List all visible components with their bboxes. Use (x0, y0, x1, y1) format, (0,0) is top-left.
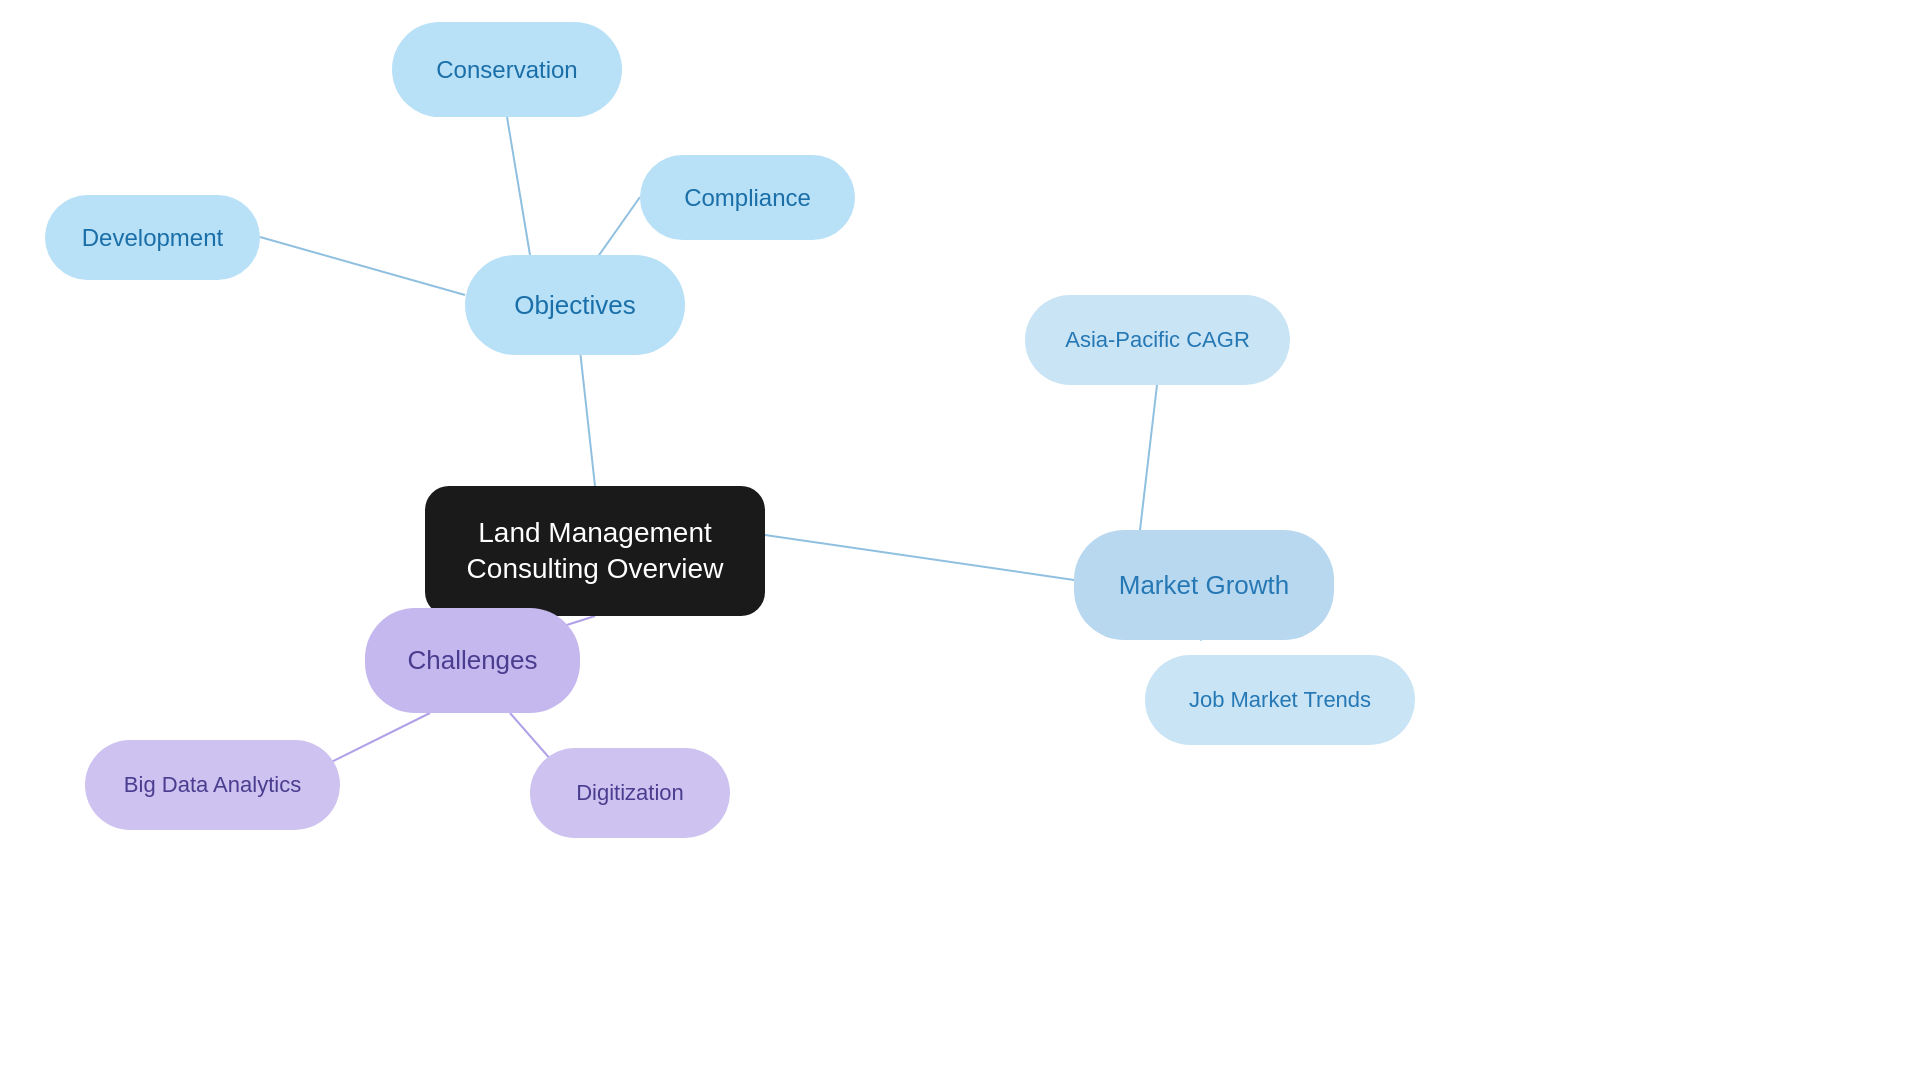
asia-pacific-node[interactable]: Asia-Pacific CAGR (1025, 295, 1290, 385)
big-data-node[interactable]: Big Data Analytics (85, 740, 340, 830)
challenges-node[interactable]: Challenges (365, 608, 580, 713)
svg-line-2 (260, 237, 465, 295)
market-growth-node[interactable]: Market Growth (1074, 530, 1334, 640)
digitization-node[interactable]: Digitization (530, 748, 730, 838)
conservation-node[interactable]: Conservation (392, 22, 622, 117)
compliance-node[interactable]: Compliance (640, 155, 855, 240)
development-node[interactable]: Development (45, 195, 260, 280)
svg-line-4 (765, 535, 1074, 580)
objectives-node[interactable]: Objectives (465, 255, 685, 355)
job-market-node[interactable]: Job Market Trends (1145, 655, 1415, 745)
svg-line-5 (1140, 385, 1157, 530)
center-node[interactable]: Land Management Consulting Overview (425, 486, 765, 616)
svg-line-1 (507, 117, 530, 255)
